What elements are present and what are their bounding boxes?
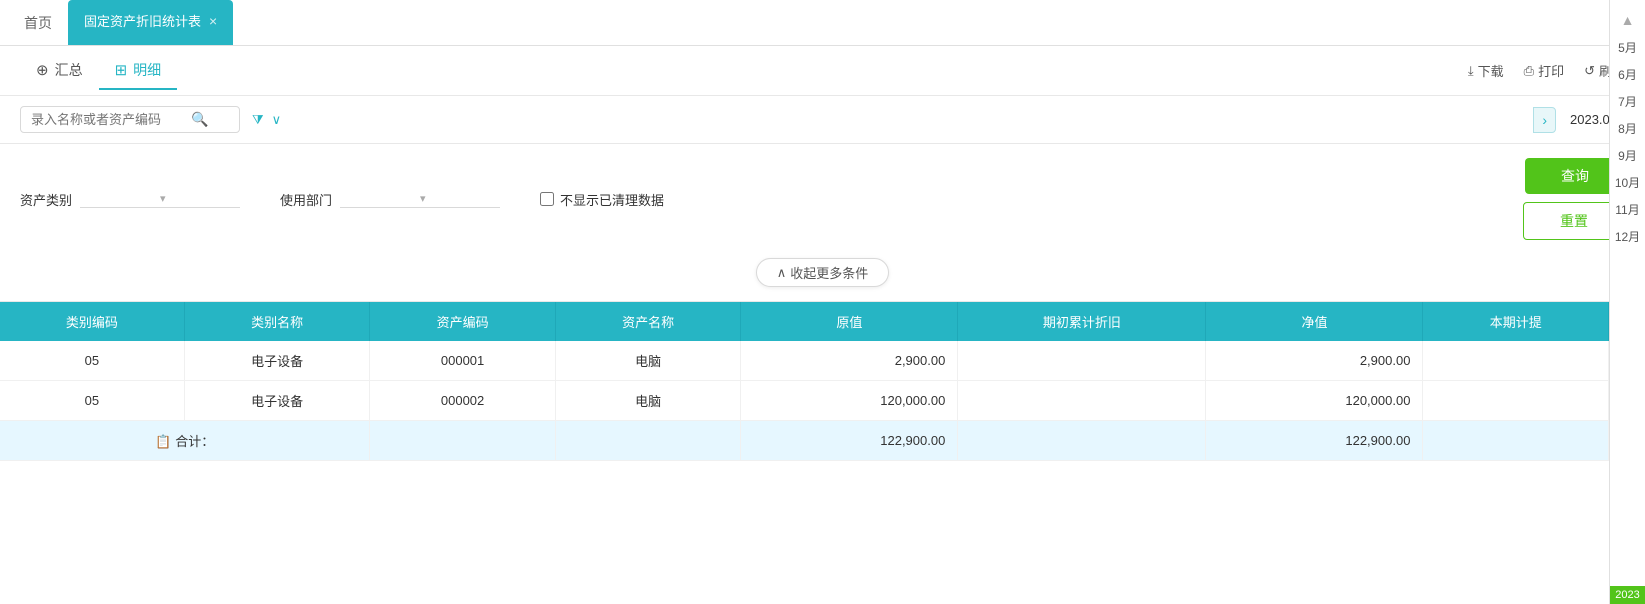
search-wrap[interactable]: 🔍 [20,106,240,133]
detail-icon: ⊞ [115,61,128,79]
download-button[interactable]: ⤓ 下载 [1468,61,1504,80]
chevron-down-icon: ∨ [272,112,282,128]
cell-current-provision [1423,341,1609,381]
collapse-up-icon: ∧ [777,265,787,281]
cell-category-code: 05 [0,341,184,381]
sidebar-month[interactable]: 7月 [1611,88,1644,115]
cell-net-value: 2,900.00 [1206,341,1423,381]
extended-filter: 资产类别 ▾ 使用部门 ▾ 不显示已清理数据 查询 重置 ∧ 收起更多条件 [0,144,1645,302]
collapse-bar: ∧ 收起更多条件 [20,252,1625,293]
table-header-row: 类别编码 类别名称 资产编码 资产名称 原值 期初累计折旧 净值 本期计提 [0,302,1609,341]
refresh-icon: ↺ [1584,63,1595,79]
active-tab[interactable]: 固定资产折旧统计表 × [68,0,233,45]
tab-summary-label: 汇总 [55,60,83,80]
tab-summary[interactable]: ⊕ 汇总 [20,52,99,90]
no-clean-data-checkbox[interactable] [540,192,554,206]
total-label: 📋合计： [0,421,370,461]
col-net-value: 净值 [1206,302,1423,341]
total-original-value: 122,900.00 [741,421,958,461]
print-button[interactable]: ⎙ 打印 [1524,61,1564,80]
asset-category-select[interactable]: ▾ [80,190,240,208]
col-acc-depreciation: 期初累计折旧 [958,302,1206,341]
filter-row-1: 资产类别 ▾ 使用部门 ▾ 不显示已清理数据 查询 重置 [20,158,1625,240]
cell-category-code: 05 [0,381,184,421]
print-icon: ⎙ [1524,63,1534,79]
sidebar-scroll-up[interactable]: ▲ [1617,8,1639,32]
col-original-value: 原值 [741,302,958,341]
col-asset-code: 资产编码 [370,302,556,341]
asset-category-field: 资产类别 ▾ [20,190,240,209]
right-sidebar: ▲ 5月6月7月8月9月10月11月12月 2023 [1609,0,1645,604]
tab-detail[interactable]: ⊞ 明细 [99,52,178,90]
search-input[interactable] [31,112,191,127]
toolbar-right: ⤓ 下载 ⎙ 打印 ↺ 刷新 [1468,61,1625,80]
tab-detail-label: 明细 [133,60,161,80]
data-table: 类别编码 类别名称 资产编码 资产名称 原值 期初累计折旧 净值 本期计提 05… [0,302,1609,461]
no-clean-data-label: 不显示已清理数据 [560,190,664,209]
cell-acc-depreciation [958,381,1206,421]
col-category-code: 类别编码 [0,302,184,341]
total-asset-name [555,421,741,461]
total-current-provision [1423,421,1609,461]
usage-dept-select[interactable]: ▾ [340,190,500,208]
print-label: 打印 [1538,61,1564,80]
no-clean-data-wrap: 不显示已清理数据 [540,190,664,209]
sub-tabs-bar: ⊕ 汇总 ⊞ 明细 ⤓ 下载 ⎙ 打印 ↺ 刷新 [0,46,1645,96]
cell-acc-depreciation [958,341,1206,381]
sidebar-year: 2023 [1610,586,1645,604]
home-link[interactable]: 首页 [16,13,60,33]
asset-category-arrow: ▾ [160,192,236,205]
cell-asset-code: 000002 [370,381,556,421]
table-wrap: 类别编码 类别名称 资产编码 资产名称 原值 期初累计折旧 净值 本期计提 05… [0,302,1609,604]
collapse-button[interactable]: ∧ 收起更多条件 [756,258,890,287]
filter-icon: ⧩ [252,112,264,128]
cell-original-value: 2,900.00 [741,341,958,381]
cell-asset-name: 电脑 [555,381,741,421]
total-net-value: 122,900.00 [1206,421,1423,461]
sidebar-month[interactable]: 8月 [1611,115,1644,142]
sidebar-month[interactable]: 6月 [1611,61,1644,88]
total-row: 📋合计： 122,900.00 122,900.00 [0,421,1609,461]
cell-net-value: 120,000.00 [1206,381,1423,421]
sidebar-month[interactable]: 9月 [1611,142,1644,169]
collapse-label: 收起更多条件 [790,263,868,282]
col-asset-name: 资产名称 [555,302,741,341]
filter-bar: 🔍 ⧩ ∨ › 2023.01 [0,96,1645,144]
cell-category-name: 电子设备 [184,341,370,381]
table-row: 05 电子设备 000002 电脑 120,000.00 120,000.00 [0,381,1609,421]
total-asset-code [370,421,556,461]
tab-close-icon[interactable]: × [209,13,217,29]
table-row: 05 电子设备 000001 电脑 2,900.00 2,900.00 [0,341,1609,381]
cell-current-provision [1423,381,1609,421]
asset-category-label: 资产类别 [20,190,72,209]
search-icon[interactable]: 🔍 [191,111,208,128]
col-current-provision: 本期计提 [1423,302,1609,341]
sidebar-month[interactable]: 11月 [1611,196,1644,223]
total-acc-depreciation [958,421,1206,461]
expand-right-button[interactable]: › [1533,107,1556,133]
usage-dept-label: 使用部门 [280,190,332,209]
top-nav: 首页 固定资产折旧统计表 × × [0,0,1645,46]
sidebar-month[interactable]: 10月 [1611,169,1644,196]
sidebar-month[interactable]: 5月 [1611,34,1644,61]
sidebar-month[interactable]: 12月 [1611,223,1644,250]
cell-original-value: 120,000.00 [741,381,958,421]
more-conditions-button[interactable]: ⧩ ∨ [252,112,281,128]
cell-asset-name: 电脑 [555,341,741,381]
usage-dept-arrow: ▾ [420,192,496,205]
cell-category-name: 电子设备 [184,381,370,421]
summary-icon: ⊕ [36,61,49,79]
download-label: 下载 [1478,61,1504,80]
col-category-name: 类别名称 [184,302,370,341]
usage-dept-field: 使用部门 ▾ [280,190,500,209]
cell-asset-code: 000001 [370,341,556,381]
tab-label: 固定资产折旧统计表 [84,11,201,30]
download-icon: ⤓ [1468,63,1474,79]
